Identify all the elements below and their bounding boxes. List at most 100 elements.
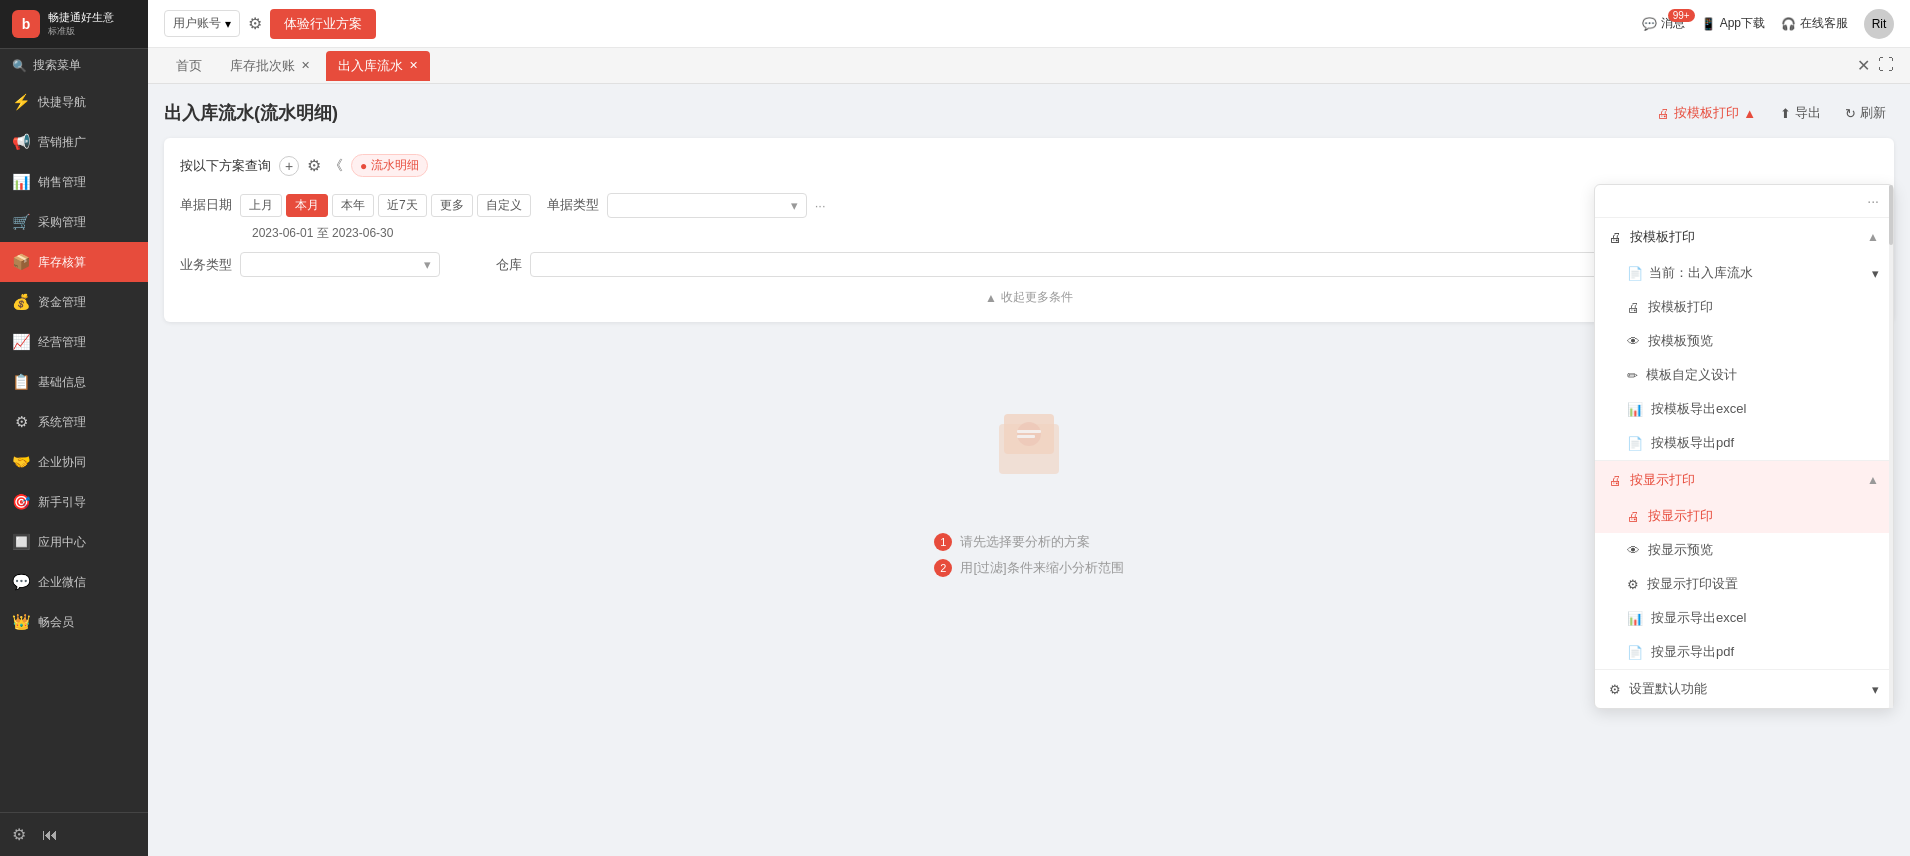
sidebar-item-appstore[interactable]: 🔲 应用中心 — [0, 522, 148, 562]
finance-icon: 💰 — [12, 293, 30, 311]
newbie-icon: 🎯 — [12, 493, 30, 511]
appstore-icon: 🔲 — [12, 533, 30, 551]
content-area: 出入库流水(流水明细) 🖨 按模板打印 ▲ ⬆ 导出 ↻ 刷新 — [148, 84, 1910, 856]
operations-icon: 📈 — [12, 333, 30, 351]
date-btn-custom[interactable]: 自定义 — [477, 194, 531, 217]
dp-display-header[interactable]: 🖨 按显示打印 ▲ — [1595, 461, 1893, 499]
dp-template-pdf-item[interactable]: 📄 按模板导出pdf — [1595, 426, 1893, 460]
dp-template-preview-item[interactable]: 👁 按模板预览 — [1595, 324, 1893, 358]
tab-home[interactable]: 首页 — [164, 51, 214, 81]
message-icon: 💬 — [1642, 17, 1657, 31]
dp-display-excel-item[interactable]: 📊 按显示导出excel — [1595, 601, 1893, 635]
empty-illustration — [979, 394, 1079, 513]
sidebar-item-finance[interactable]: 💰 资金管理 — [0, 282, 148, 322]
biztype-select[interactable]: ▾ — [240, 252, 440, 277]
date-buttons: 上月 本月 本年 近7天 更多 自定义 — [240, 194, 531, 217]
maximize-window-icon[interactable]: ⛶ — [1878, 56, 1894, 75]
message-btn[interactable]: 💬 消息 99+ — [1642, 15, 1685, 32]
dp-settings-footer[interactable]: ⚙ 设置默认功能 ▾ — [1595, 670, 1893, 708]
sidebar-item-sales[interactable]: 📊 销售管理 — [0, 162, 148, 202]
sidebar-item-purchase[interactable]: 🛒 采购管理 — [0, 202, 148, 242]
quicknav-icon: ⚡ — [12, 93, 30, 111]
sidebar-item-inventory[interactable]: 📦 库存核算 — [0, 242, 148, 282]
date-btn-more[interactable]: 更多 — [431, 194, 473, 217]
dropdown-more-icon[interactable]: ··· — [1867, 193, 1879, 209]
date-btn-thisyear[interactable]: 本年 — [332, 194, 374, 217]
sidebar-item-newbie[interactable]: 🎯 新手引导 — [0, 482, 148, 522]
sidebar-item-system[interactable]: ⚙ 系统管理 — [0, 402, 148, 442]
filter-date-field: 单据日期 上月 本月 本年 近7天 更多 自定义 — [180, 194, 531, 217]
header: 用户账号 ▾ ⚙ 体验行业方案 💬 消息 99+ 📱 App下载 🎧 在线客服 … — [148, 0, 1910, 48]
user-selector[interactable]: 用户账号 ▾ — [164, 10, 240, 37]
collapse-sidebar-icon[interactable]: ⏮ — [42, 826, 58, 844]
dp-display-print-item[interactable]: 🖨 按显示打印 — [1595, 499, 1893, 533]
print-btn[interactable]: 🖨 按模板打印 ▲ — [1649, 100, 1764, 126]
filter-collapse-btn[interactable]: 《 — [329, 157, 343, 175]
trial-btn[interactable]: 体验行业方案 — [270, 9, 376, 39]
settings-footer-icon[interactable]: ⚙ — [12, 825, 26, 844]
doctype-more-icon[interactable]: ··· — [815, 198, 826, 213]
filter-chip-liushui[interactable]: ● 流水明细 — [351, 154, 428, 177]
date-btn-7days[interactable]: 近7天 — [378, 194, 427, 217]
filter-header: 按以下方案查询 + ⚙ 《 ● 流水明细 — [180, 154, 1878, 177]
date-btn-lastmonth[interactable]: 上月 — [240, 194, 282, 217]
empty-hints: 1 请先选择要分析的方案 2 用[过滤]条件来缩小分析范围 — [934, 533, 1123, 585]
dp-display-preview-item[interactable]: 👁 按显示预览 — [1595, 533, 1893, 567]
current-template-icon: 📄 — [1627, 266, 1643, 281]
dp-template-custom-item[interactable]: ✏ 模板自定义设计 — [1595, 358, 1893, 392]
svg-rect-3 — [1017, 430, 1041, 433]
sidebar-item-operations[interactable]: 📈 经营管理 — [0, 322, 148, 362]
app-download-btn[interactable]: 📱 App下载 — [1701, 15, 1765, 32]
scrollbar-thumb[interactable] — [1889, 185, 1893, 245]
tab-flow[interactable]: 出入库流水 ✕ — [326, 51, 430, 81]
sidebar-footer: ⚙ ⏮ — [0, 812, 148, 856]
filter-add-btn[interactable]: + — [279, 156, 299, 176]
dp-template-collapse-icon: ▲ — [1867, 230, 1879, 244]
dp-display-pdf-icon: 📄 — [1627, 645, 1643, 660]
header-left: 用户账号 ▾ ⚙ 体验行业方案 — [164, 9, 1630, 39]
sidebar-search[interactable]: 🔍 搜索菜单 — [0, 49, 148, 82]
sidebar-item-basic-info[interactable]: 📋 基础信息 — [0, 362, 148, 402]
main-area: 用户账号 ▾ ⚙ 体验行业方案 💬 消息 99+ 📱 App下载 🎧 在线客服 … — [148, 0, 1910, 856]
sidebar-item-marketing[interactable]: 📢 营销推广 — [0, 122, 148, 162]
settings-footer-arrow-icon: ▾ — [1872, 682, 1879, 697]
dp-template-title: 🖨 按模板打印 — [1609, 228, 1695, 246]
settings-gear-icon[interactable]: ⚙ — [248, 14, 262, 33]
sidebar-item-wechat[interactable]: 💬 企业微信 — [0, 562, 148, 602]
online-service-btn[interactable]: 🎧 在线客服 — [1781, 15, 1848, 32]
sidebar-item-quicknav[interactable]: ⚡ 快捷导航 — [0, 82, 148, 122]
biztype-label: 业务类型 — [180, 256, 232, 274]
dp-display-pdf-item[interactable]: 📄 按显示导出pdf — [1595, 635, 1893, 669]
dp-display-excel-icon: 📊 — [1627, 611, 1643, 626]
dp-display-settings-item[interactable]: ⚙ 按显示打印设置 — [1595, 567, 1893, 601]
close-window-icon[interactable]: ✕ — [1857, 56, 1870, 75]
tab-flow-close[interactable]: ✕ — [409, 59, 418, 72]
dp-current-submenu[interactable]: 📄 当前：出入库流水 ▾ — [1595, 256, 1893, 290]
app-logo-icon: b — [12, 10, 40, 38]
dp-section-display: 🖨 按显示打印 ▲ 🖨 按显示打印 👁 按显示预览 ⚙ 按显示打印设置 — [1595, 461, 1893, 670]
system-icon: ⚙ — [12, 413, 30, 431]
user-avatar[interactable]: Rit — [1864, 9, 1894, 39]
scrollbar-track — [1889, 185, 1893, 708]
svg-point-2 — [1017, 422, 1041, 446]
date-btn-thismonth[interactable]: 本月 — [286, 194, 328, 217]
sidebar-item-member[interactable]: 👑 畅会员 — [0, 602, 148, 642]
doctype-select[interactable]: ▾ — [607, 193, 807, 218]
dp-template-print-item[interactable]: 🖨 按模板打印 — [1595, 290, 1893, 324]
dp-display-settings-icon: ⚙ — [1627, 577, 1639, 592]
hint-1: 1 请先选择要分析的方案 — [934, 533, 1123, 551]
collapse-up-icon: ▲ — [985, 291, 997, 305]
refresh-btn[interactable]: ↻ 刷新 — [1837, 100, 1894, 126]
tab-batch-close[interactable]: ✕ — [301, 59, 310, 72]
dp-template-header[interactable]: 🖨 按模板打印 ▲ — [1595, 218, 1893, 256]
dp-template-excel-item[interactable]: 📊 按模板导出excel — [1595, 392, 1893, 426]
dp-template-custom-icon: ✏ — [1627, 368, 1638, 383]
tab-batch[interactable]: 库存批次账 ✕ — [218, 51, 322, 81]
app-name-text: 畅捷通好生意 标准版 — [48, 10, 114, 37]
dp-display-title: 🖨 按显示打印 — [1609, 471, 1695, 489]
page-title: 出入库流水(流水明细) — [164, 101, 338, 125]
sidebar-item-collab[interactable]: 🤝 企业协同 — [0, 442, 148, 482]
export-btn[interactable]: ⬆ 导出 — [1772, 100, 1829, 126]
collab-icon: 🤝 — [12, 453, 30, 471]
filter-settings-btn[interactable]: ⚙ — [307, 156, 321, 175]
